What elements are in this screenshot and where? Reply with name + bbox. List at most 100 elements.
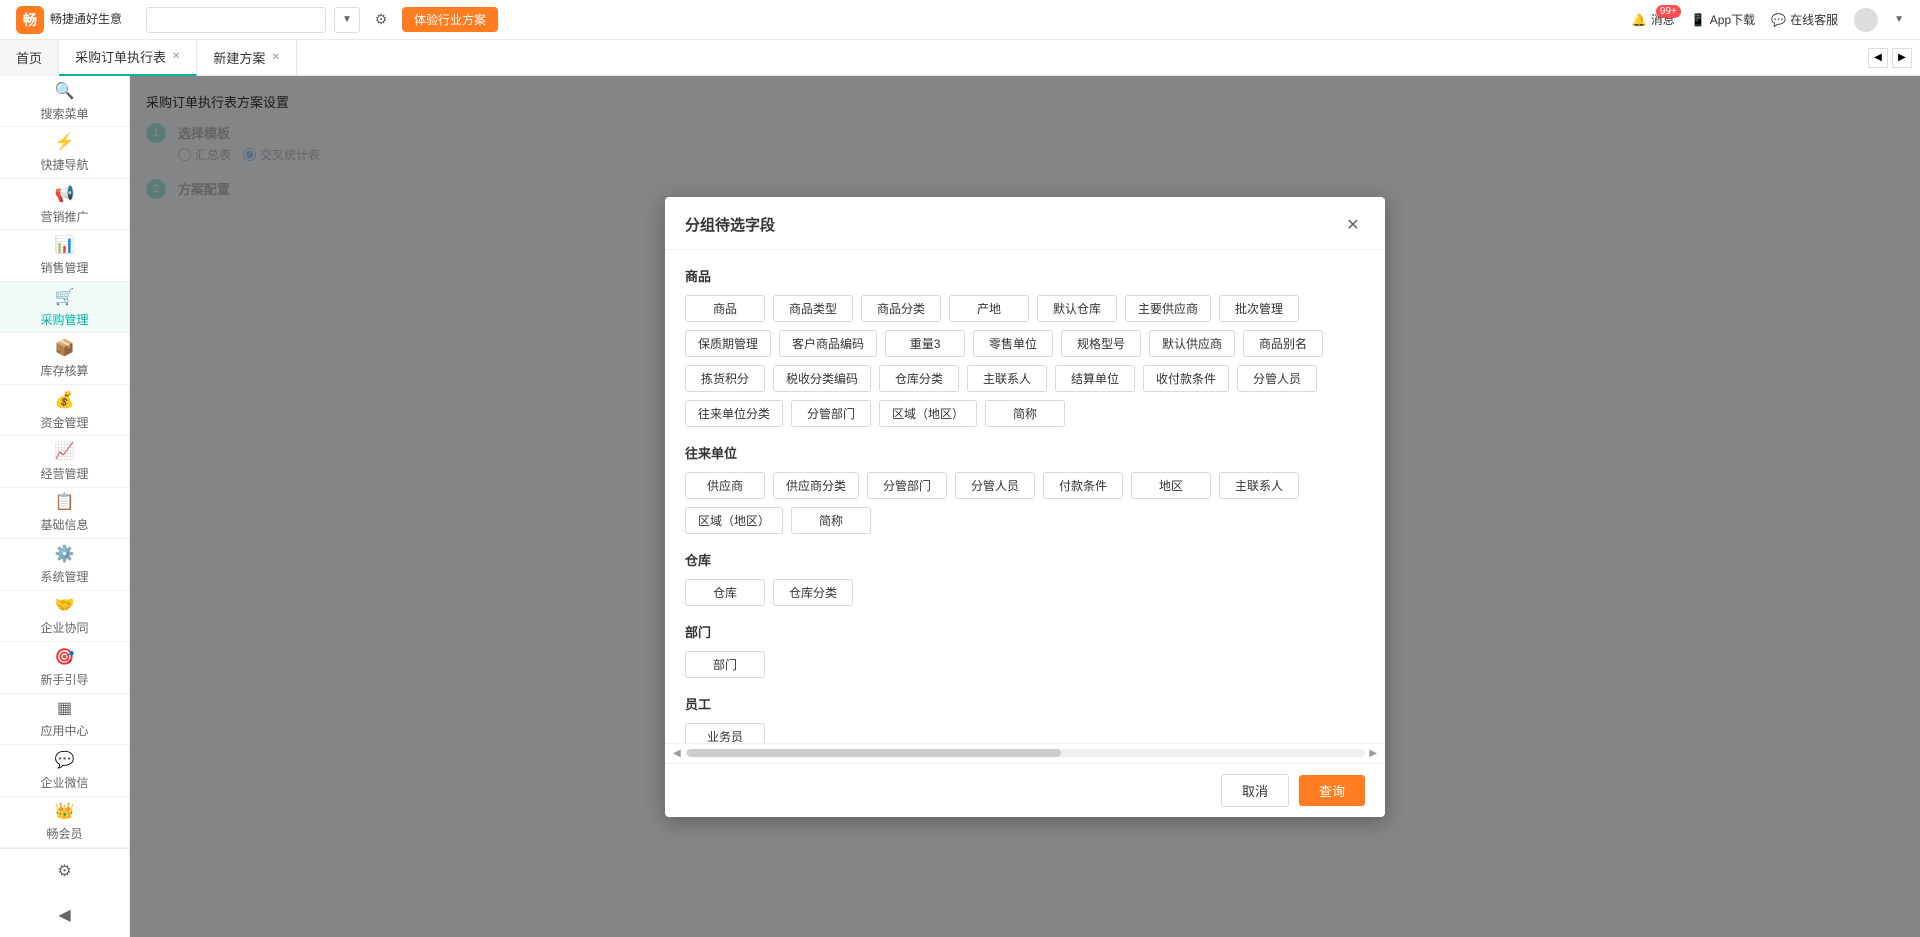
tag-region-partner[interactable]: 区域（地区） xyxy=(685,507,783,534)
tab-new-plan[interactable]: 新建方案 ✕ xyxy=(197,40,296,76)
sidebar: 🔍 搜索菜单 ⚡ 快捷导航 📢 营销推广 📊 销售管理 🛒 采购管理 📦 库存核… xyxy=(0,76,130,937)
tag-retail-unit[interactable]: 零售单位 xyxy=(973,330,1053,357)
tag-pick-points[interactable]: 拣货积分 xyxy=(685,365,765,392)
sidebar-item-purchase[interactable]: 🛒 采购管理 xyxy=(0,282,129,333)
sidebar-item-collab[interactable]: 🤝 企业协同 xyxy=(0,591,129,642)
tag-product-category[interactable]: 商品分类 xyxy=(861,295,941,322)
tag-weight3[interactable]: 重量3 xyxy=(885,330,965,357)
sidebar-item-inventory[interactable]: 📦 库存核算 xyxy=(0,333,129,384)
sidebar-item-finance[interactable]: 💰 资金管理 xyxy=(0,385,129,436)
notification-item[interactable]: 🔔 消息 99+ xyxy=(1632,11,1675,28)
tab-bar: 首页 采购订单执行表 ✕ 新建方案 ✕ ◀ ▶ xyxy=(0,40,1920,76)
tag-product-type[interactable]: 商品类型 xyxy=(773,295,853,322)
search-input[interactable] xyxy=(146,7,326,33)
tag-partner-dept[interactable]: 分管部门 xyxy=(867,472,947,499)
section-product-title: 商品 xyxy=(685,266,1365,285)
horizontal-scrollbar[interactable] xyxy=(685,749,1366,757)
apps-icon: ▦ xyxy=(57,698,72,718)
section-employee: 员工 业务员 xyxy=(685,694,1365,743)
tag-tax-code[interactable]: 税收分类编码 xyxy=(773,365,871,392)
partner-field-tags: 供应商 供应商分类 分管部门 分管人员 付款条件 地区 主联系人 区域（地区） … xyxy=(685,472,1365,534)
tag-settlement-unit[interactable]: 结算单位 xyxy=(1055,365,1135,392)
money-icon: 💰 xyxy=(55,390,75,410)
cart-icon: 🛒 xyxy=(55,287,75,307)
sidebar-item-member[interactable]: 👑 畅会员 xyxy=(0,797,129,848)
section-warehouse: 仓库 仓库 仓库分类 xyxy=(685,550,1365,606)
tab-nav-right-btn[interactable]: ▶ xyxy=(1892,48,1912,68)
tag-partner-short[interactable]: 简称 xyxy=(791,507,871,534)
experience-btn[interactable]: 体验行业方案 xyxy=(402,7,498,32)
tag-area[interactable]: 地区 xyxy=(1131,472,1211,499)
sidebar-collapse-btn[interactable]: ◀ xyxy=(0,893,129,937)
tab-purchase-list[interactable]: 采购订单执行表 ✕ xyxy=(59,40,197,76)
tag-salesperson[interactable]: 业务员 xyxy=(685,723,765,743)
tab-close-new-plan[interactable]: ✕ xyxy=(271,52,279,63)
sidebar-item-operations[interactable]: 📈 经营管理 xyxy=(0,436,129,487)
sidebar-item-quick-nav[interactable]: ⚡ 快捷导航 xyxy=(0,127,129,178)
tag-customer-code[interactable]: 客户商品编码 xyxy=(779,330,877,357)
modal-confirm-btn[interactable]: 查询 xyxy=(1299,775,1365,806)
tag-partner-supervisor[interactable]: 分管人员 xyxy=(955,472,1035,499)
scroll-left-arrow[interactable]: ◀ xyxy=(673,748,681,759)
product-field-tags: 商品 商品类型 商品分类 产地 默认仓库 主要供应商 批次管理 保质期管理 客户… xyxy=(685,295,1365,427)
tag-warehouse-category[interactable]: 仓库分类 xyxy=(879,365,959,392)
tag-region-product[interactable]: 区域（地区） xyxy=(879,400,977,427)
sidebar-item-system[interactable]: ⚙️ 系统管理 xyxy=(0,539,129,590)
tag-short-name[interactable]: 简称 xyxy=(985,400,1065,427)
tab-close-purchase[interactable]: ✕ xyxy=(172,51,180,62)
tag-partner-category[interactable]: 往来单位分类 xyxy=(685,400,783,427)
tag-supplier[interactable]: 供应商 xyxy=(685,472,765,499)
online-service-item[interactable]: 💬 在线客服 xyxy=(1771,11,1838,28)
sidebar-settings-btn[interactable]: ⚙ xyxy=(0,849,129,893)
avatar[interactable] xyxy=(1854,8,1878,32)
app-download-item[interactable]: 📱 App下载 xyxy=(1691,11,1755,28)
scroll-arrows: ◀ ▶ xyxy=(673,748,1377,759)
section-warehouse-title: 仓库 xyxy=(685,550,1365,569)
section-employee-title: 员工 xyxy=(685,694,1365,713)
tag-default-warehouse[interactable]: 默认仓库 xyxy=(1037,295,1117,322)
sidebar-item-apps[interactable]: ▦ 应用中心 xyxy=(0,694,129,745)
tag-batch-mgmt[interactable]: 批次管理 xyxy=(1219,295,1299,322)
tag-default-supplier[interactable]: 默认供应商 xyxy=(1149,330,1235,357)
sidebar-item-sales[interactable]: 📊 销售管理 xyxy=(0,230,129,281)
tag-supervisor[interactable]: 分管人员 xyxy=(1237,365,1317,392)
trend-icon: 📈 xyxy=(55,441,75,461)
target-icon: 🎯 xyxy=(55,647,75,667)
tag-partner-contact[interactable]: 主联系人 xyxy=(1219,472,1299,499)
settings-gear-icon[interactable]: ⚙ xyxy=(368,7,394,33)
tag-warehouse[interactable]: 仓库 xyxy=(685,579,765,606)
scroll-right-arrow[interactable]: ▶ xyxy=(1369,748,1377,759)
modal-cancel-btn[interactable]: 取消 xyxy=(1221,774,1289,807)
main-layout: 🔍 搜索菜单 ⚡ 快捷导航 📢 营销推广 📊 销售管理 🛒 采购管理 📦 库存核… xyxy=(0,76,1920,937)
tag-origin[interactable]: 产地 xyxy=(949,295,1029,322)
sidebar-item-marketing[interactable]: 📢 营销推广 xyxy=(0,179,129,230)
modal-body[interactable]: 商品 商品 商品类型 商品分类 产地 默认仓库 主要供应商 批次管理 保质期管理… xyxy=(665,250,1385,743)
sidebar-item-basics[interactable]: 📋 基础信息 xyxy=(0,488,129,539)
tag-supplier-category[interactable]: 供应商分类 xyxy=(773,472,859,499)
sidebar-item-weixin[interactable]: 💬 企业微信 xyxy=(0,745,129,796)
tag-main-contact[interactable]: 主联系人 xyxy=(967,365,1047,392)
tab-home[interactable]: 首页 xyxy=(0,40,59,76)
tag-spec-model[interactable]: 规格型号 xyxy=(1061,330,1141,357)
modal-dialog: 分组待选字段 ✕ 商品 商品 商品类型 商品分类 产地 默认仓库 xyxy=(665,197,1385,817)
content-area: 采购订单执行表方案设置 1 选择模板 汇总表 交叉统计表 xyxy=(130,76,1920,937)
tag-payment-condition[interactable]: 付款条件 xyxy=(1043,472,1123,499)
sidebar-item-search[interactable]: 🔍 搜索菜单 xyxy=(0,76,129,127)
box-icon: 📦 xyxy=(55,338,75,358)
modal-close-btn[interactable]: ✕ xyxy=(1341,213,1365,237)
tag-department[interactable]: 部门 xyxy=(685,651,765,678)
tag-dept[interactable]: 分管部门 xyxy=(791,400,871,427)
dropdown-btn[interactable]: ▼ xyxy=(334,7,360,33)
logo-area: 畅 畅捷通好生意 xyxy=(16,6,146,34)
tag-product[interactable]: 商品 xyxy=(685,295,765,322)
tag-shelf-life[interactable]: 保质期管理 xyxy=(685,330,771,357)
tag-payment-terms[interactable]: 收付款条件 xyxy=(1143,365,1229,392)
tab-nav-left-btn[interactable]: ◀ xyxy=(1868,48,1888,68)
user-chevron-icon[interactable]: ▼ xyxy=(1894,14,1904,25)
tag-warehouse-cat[interactable]: 仓库分类 xyxy=(773,579,853,606)
tag-main-supplier[interactable]: 主要供应商 xyxy=(1125,295,1211,322)
tag-product-alias[interactable]: 商品别名 xyxy=(1243,330,1323,357)
modal-overlay: 分组待选字段 ✕ 商品 商品 商品类型 商品分类 产地 默认仓库 xyxy=(130,76,1920,937)
sidebar-item-newbie[interactable]: 🎯 新手引导 xyxy=(0,642,129,693)
lightning-icon: ⚡ xyxy=(55,132,75,152)
